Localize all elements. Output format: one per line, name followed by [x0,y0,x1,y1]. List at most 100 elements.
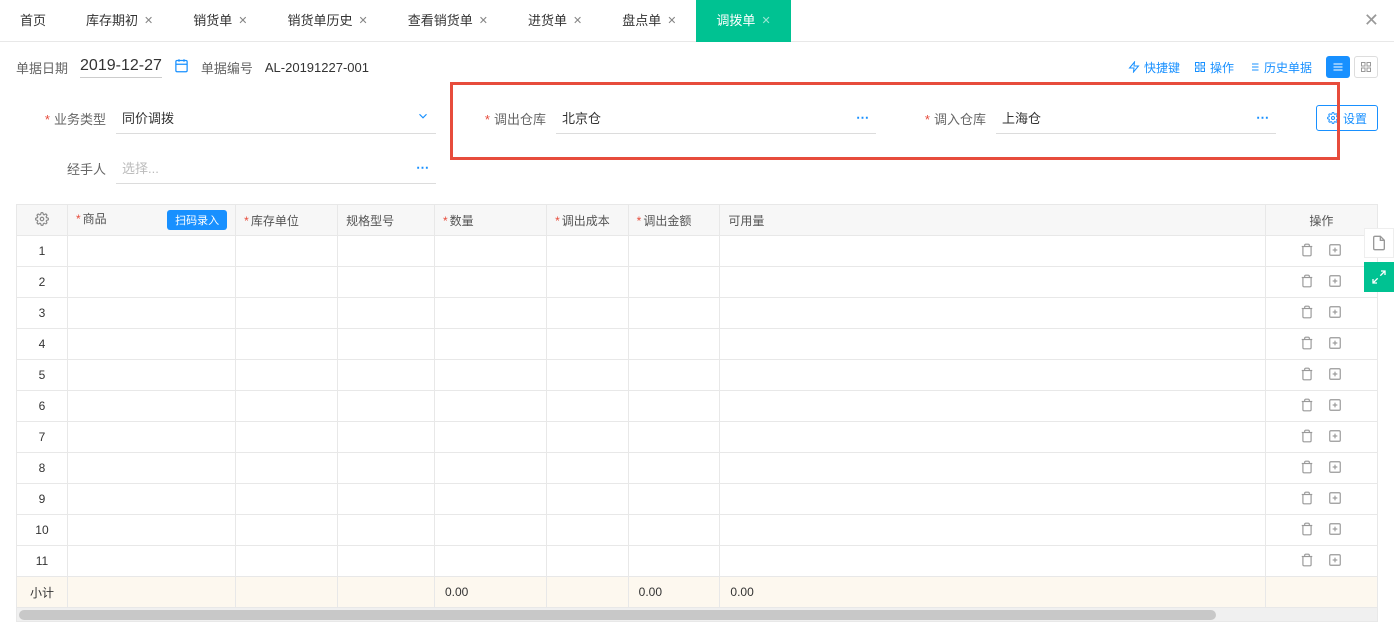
cell-spec[interactable] [338,360,435,391]
history-link[interactable]: 历史单据 [1248,59,1312,76]
cell-qty[interactable] [434,484,546,515]
cell-amount[interactable] [628,267,720,298]
cell-unit[interactable] [236,484,338,515]
cell-cost[interactable] [547,546,629,577]
biz-type-input[interactable]: 同价调拨 [116,102,436,134]
cell-cost[interactable] [547,267,629,298]
cell-avail[interactable] [720,453,1265,484]
add-row-icon[interactable] [1328,243,1342,260]
scrollbar-thumb[interactable] [19,610,1216,620]
cell-avail[interactable] [720,422,1265,453]
cell-spec[interactable] [338,453,435,484]
calendar-icon[interactable] [174,58,189,77]
scan-badge[interactable]: 扫码录入 [167,210,227,230]
shortcut-link[interactable]: 快捷键 [1128,59,1180,76]
date-value[interactable]: 2019-12-27 [80,57,162,78]
cell-spec[interactable] [338,391,435,422]
delete-row-icon[interactable] [1300,429,1314,446]
add-row-icon[interactable] [1328,274,1342,291]
cell-avail[interactable] [720,267,1265,298]
cell-spec[interactable] [338,546,435,577]
cell-qty[interactable] [434,329,546,360]
table-row[interactable]: 7 [17,422,1378,453]
cell-avail[interactable] [720,515,1265,546]
add-row-icon[interactable] [1328,336,1342,353]
settings-button[interactable]: 设置 [1316,105,1378,131]
handler-input[interactable]: 选择... ⋯ [116,152,436,184]
cell-spec[interactable] [338,422,435,453]
cell-cost[interactable] [547,453,629,484]
cell-cost[interactable] [547,360,629,391]
cell-product[interactable] [67,267,235,298]
cell-amount[interactable] [628,236,720,267]
cell-product[interactable] [67,360,235,391]
delete-row-icon[interactable] [1300,522,1314,539]
delete-row-icon[interactable] [1300,491,1314,508]
cell-avail[interactable] [720,391,1265,422]
cell-spec[interactable] [338,484,435,515]
side-fullscreen-icon[interactable] [1364,262,1394,292]
delete-row-icon[interactable] [1300,305,1314,322]
more-icon[interactable]: ⋯ [856,110,870,126]
tab-view-sales[interactable]: 查看销货单✕ [388,0,508,42]
table-row[interactable]: 2 [17,267,1378,298]
delete-row-icon[interactable] [1300,398,1314,415]
close-icon[interactable]: ✕ [573,0,582,42]
more-icon[interactable]: ⋯ [416,160,430,176]
add-row-icon[interactable] [1328,491,1342,508]
cell-qty[interactable] [434,515,546,546]
cell-product[interactable] [67,453,235,484]
side-note-icon[interactable] [1364,228,1394,258]
cell-amount[interactable] [628,298,720,329]
tab-sales[interactable]: 销货单✕ [173,0,267,42]
horizontal-scrollbar[interactable] [16,608,1378,622]
cell-unit[interactable] [236,267,338,298]
cell-product[interactable] [67,236,235,267]
table-row[interactable]: 10 [17,515,1378,546]
add-row-icon[interactable] [1328,522,1342,539]
cell-avail[interactable] [720,236,1265,267]
delete-row-icon[interactable] [1300,336,1314,353]
delete-row-icon[interactable] [1300,553,1314,570]
cell-amount[interactable] [628,484,720,515]
cell-qty[interactable] [434,422,546,453]
cell-amount[interactable] [628,391,720,422]
close-icon[interactable]: ✕ [667,0,676,42]
cell-amount[interactable] [628,422,720,453]
cell-cost[interactable] [547,391,629,422]
cell-qty[interactable] [434,267,546,298]
cell-avail[interactable] [720,484,1265,515]
cell-spec[interactable] [338,267,435,298]
cell-product[interactable] [67,484,235,515]
operation-link[interactable]: 操作 [1194,59,1234,76]
cell-unit[interactable] [236,453,338,484]
cell-spec[interactable] [338,515,435,546]
tab-transfer[interactable]: 调拨单✕ [696,0,790,42]
table-row[interactable]: 9 [17,484,1378,515]
table-row[interactable]: 1 [17,236,1378,267]
tab-purchase[interactable]: 进货单✕ [508,0,602,42]
tab-stock-init[interactable]: 库存期初✕ [66,0,173,42]
cell-amount[interactable] [628,546,720,577]
cell-product[interactable] [67,422,235,453]
table-row[interactable]: 5 [17,360,1378,391]
cell-avail[interactable] [720,298,1265,329]
cell-cost[interactable] [547,329,629,360]
delete-row-icon[interactable] [1300,274,1314,291]
close-all-icon[interactable]: ✕ [1364,10,1379,31]
cell-product[interactable] [67,298,235,329]
cell-amount[interactable] [628,515,720,546]
cell-unit[interactable] [236,360,338,391]
tab-home[interactable]: 首页 [0,0,66,42]
close-icon[interactable]: ✕ [359,0,368,42]
cell-product[interactable] [67,391,235,422]
close-icon[interactable]: ✕ [144,0,153,42]
in-warehouse-input[interactable]: 上海仓 ⋯ [996,102,1276,134]
add-row-icon[interactable] [1328,460,1342,477]
add-row-icon[interactable] [1328,429,1342,446]
close-icon[interactable]: ✕ [479,0,488,42]
cell-avail[interactable] [720,360,1265,391]
add-row-icon[interactable] [1328,398,1342,415]
view-grid-button[interactable] [1354,56,1378,78]
cell-qty[interactable] [434,298,546,329]
